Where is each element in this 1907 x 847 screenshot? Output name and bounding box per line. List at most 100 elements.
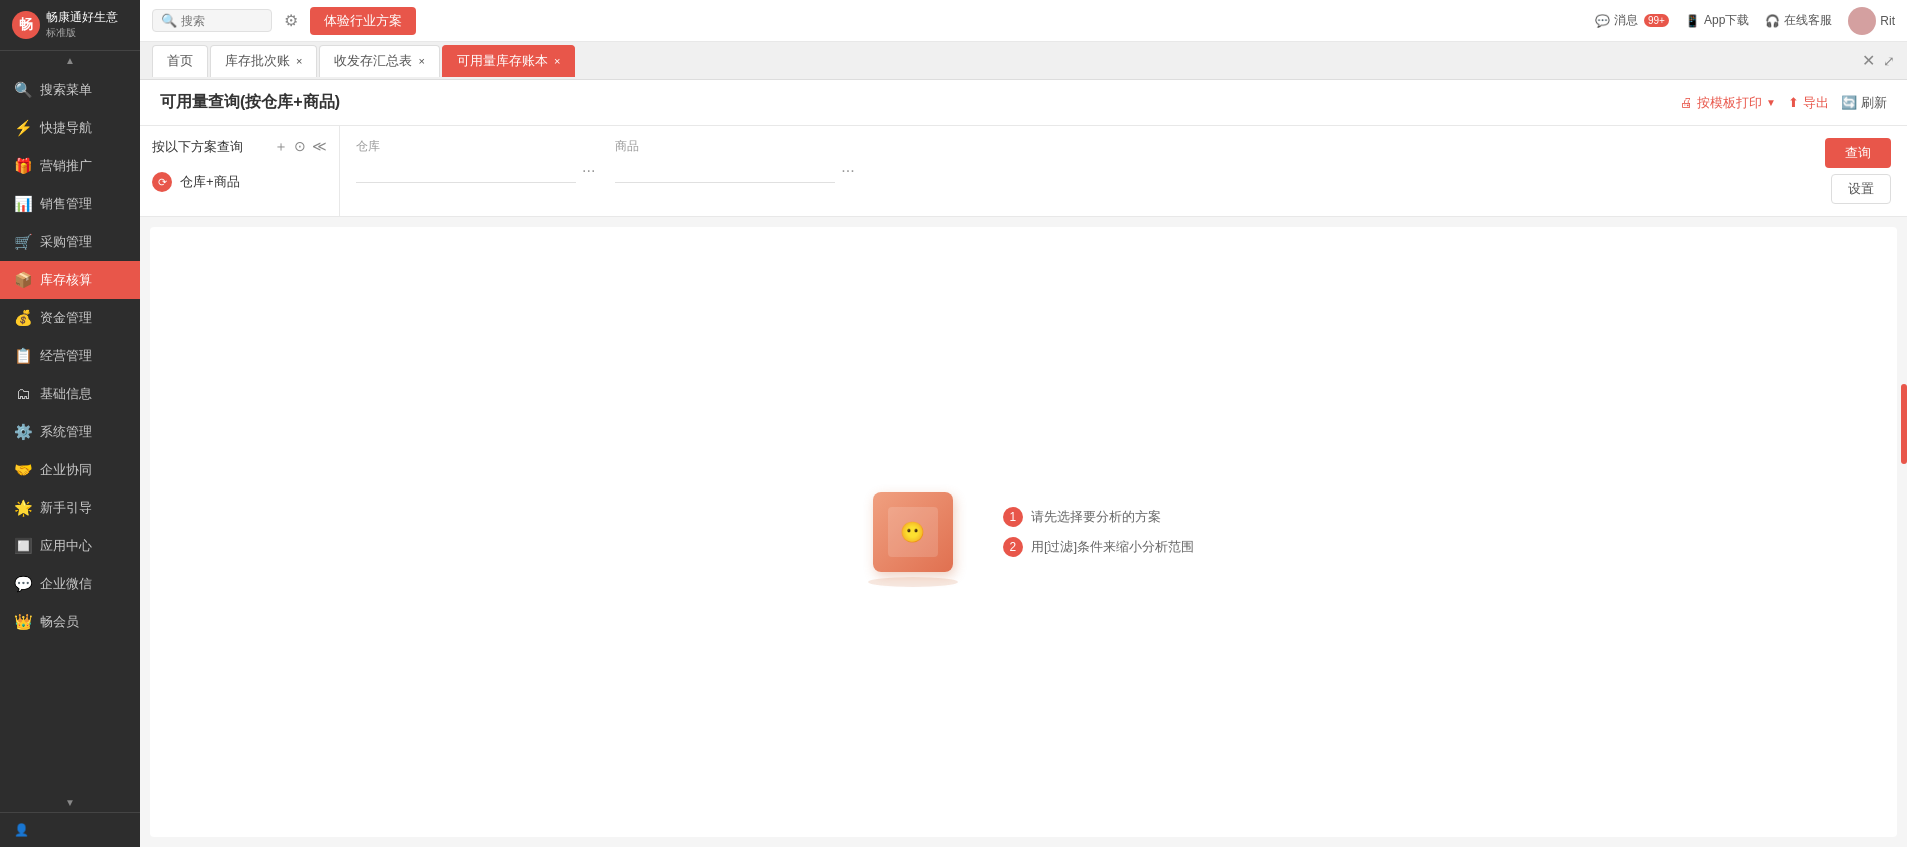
print-chevron: ▼ — [1766, 97, 1776, 108]
sidebar-item-label: 快捷导航 — [40, 119, 92, 137]
app-download-button[interactable]: 📱 App下载 — [1685, 12, 1749, 29]
sidebar-item-system[interactable]: ⚙️ 系统管理 — [0, 413, 140, 451]
sidebar-item-enterprise[interactable]: 🤝 企业协同 — [0, 451, 140, 489]
filter-action-buttons: 查询 设置 — [1825, 138, 1891, 204]
collapse-icon[interactable]: ≪ — [312, 138, 327, 156]
tab-batch[interactable]: 库存批次账 × — [210, 45, 317, 77]
refresh-icon: 🔄 — [1841, 95, 1857, 110]
warehouse-label: 仓库 — [356, 138, 595, 155]
sidebar-item-label: 搜索菜单 — [40, 81, 92, 99]
sidebar-item-member[interactable]: 👑 畅会员 — [0, 603, 140, 641]
sidebar-item-label: 企业微信 — [40, 575, 92, 593]
export-label: 导出 — [1803, 94, 1829, 112]
sidebar-nav: 🔍 搜索菜单 ⚡ 快捷导航 🎁 营销推广 📊 销售管理 🛒 采购管理 📦 库存核… — [0, 71, 140, 792]
service-icon: 🎧 — [1765, 14, 1780, 28]
member-icon: 👑 — [14, 613, 32, 631]
tab-home[interactable]: 首页 — [152, 45, 208, 77]
topbar-search-box[interactable]: 🔍 — [152, 9, 272, 32]
sidebar-item-finance[interactable]: 💰 资金管理 — [0, 299, 140, 337]
print-button[interactable]: 🖨 按模板打印 ▼ — [1680, 94, 1776, 112]
sidebar-item-label: 采购管理 — [40, 233, 92, 251]
empty-box-face: 😶 — [888, 507, 938, 557]
tab-available-label: 可用量库存账本 — [457, 52, 548, 70]
hint-number-2: 2 — [1003, 537, 1023, 557]
query-button[interactable]: 查询 — [1825, 138, 1891, 168]
sidebar-item-inventory[interactable]: 📦 库存核算 — [0, 261, 140, 299]
warehouse-input-row: ··· — [356, 159, 595, 183]
sidebar-item-apps[interactable]: 🔲 应用中心 — [0, 527, 140, 565]
sidebar-scroll-up[interactable]: ▲ — [0, 51, 140, 71]
warehouse-input[interactable] — [356, 159, 576, 183]
sidebar-item-basic[interactable]: 🗂 基础信息 — [0, 375, 140, 413]
tab-batch-close[interactable]: × — [296, 56, 302, 67]
username-label: Rit — [1880, 14, 1895, 28]
sidebar-item-newbie[interactable]: 🌟 新手引导 — [0, 489, 140, 527]
topbar-actions: 💬 消息 99+ 📱 App下载 🎧 在线客服 Rit — [1595, 7, 1895, 35]
brand-icon: 畅 — [12, 11, 40, 39]
goods-input[interactable] — [615, 159, 835, 183]
sidebar: 畅 畅康通好生意 标准版 ▲ 🔍 搜索菜单 ⚡ 快捷导航 🎁 营销推广 📊 销售… — [0, 0, 140, 847]
filter-scheme-item[interactable]: ⟳ 仓库+商品 — [140, 164, 339, 200]
sidebar-item-sales[interactable]: 📊 销售管理 — [0, 185, 140, 223]
tabbar-expand-icon[interactable]: ⤢ — [1883, 53, 1895, 69]
tabbar-right-actions: ✕ ⤢ — [1862, 51, 1895, 70]
filter-sidebar-header: 按以下方案查询 ＋ ⊙ ≪ — [140, 138, 339, 164]
search-input[interactable] — [181, 14, 261, 28]
goods-more-icon[interactable]: ··· — [841, 162, 854, 180]
goods-label: 商品 — [615, 138, 854, 155]
purchase-icon: 🛒 — [14, 233, 32, 251]
sidebar-item-wechat[interactable]: 💬 企业微信 — [0, 565, 140, 603]
settings-scheme-icon[interactable]: ⊙ — [294, 138, 306, 156]
refresh-label: 刷新 — [1861, 94, 1887, 112]
sidebar-item-marketing[interactable]: 🎁 营销推广 — [0, 147, 140, 185]
user-profile-button[interactable]: Rit — [1848, 7, 1895, 35]
refresh-button[interactable]: 🔄 刷新 — [1841, 94, 1887, 112]
tabbar-close-icon[interactable]: ✕ — [1862, 51, 1875, 70]
sidebar-item-label: 应用中心 — [40, 537, 92, 555]
sidebar-item-label: 新手引导 — [40, 499, 92, 517]
sidebar-item-label: 经营管理 — [40, 347, 92, 365]
filter-scheme-label: 仓库+商品 — [180, 173, 240, 191]
add-scheme-icon[interactable]: ＋ — [274, 138, 288, 156]
tab-summary-close[interactable]: × — [418, 56, 424, 67]
export-icon: ⬆ — [1788, 95, 1799, 110]
warehouse-more-icon[interactable]: ··· — [582, 162, 595, 180]
tab-available[interactable]: 可用量库存账本 × — [442, 45, 575, 77]
sidebar-scroll-down[interactable]: ▼ — [0, 792, 140, 812]
search-icon: 🔍 — [14, 81, 32, 99]
main-area: 🔍 ⚙ 体验行业方案 💬 消息 99+ 📱 App下载 🎧 在线客服 Rit — [140, 0, 1907, 847]
app-download-label: App下载 — [1704, 12, 1749, 29]
setting-button[interactable]: 设置 — [1831, 174, 1891, 204]
filter-fields: 仓库 ··· 商品 ··· 查询 设置 — [340, 126, 1907, 216]
message-button[interactable]: 💬 消息 99+ — [1595, 12, 1669, 29]
page-header-actions: 🖨 按模板打印 ▼ ⬆ 导出 🔄 刷新 — [1680, 94, 1887, 112]
sidebar-item-operation[interactable]: 📋 经营管理 — [0, 337, 140, 375]
empty-state: 😶 1 请先选择要分析的方案 2 用[过滤]条件来缩小分析范围 — [150, 227, 1897, 837]
page-title: 可用量查询(按仓库+商品) — [160, 92, 340, 113]
empty-hint-1: 1 请先选择要分析的方案 — [1003, 507, 1194, 527]
brand-name: 畅康通好生意 — [46, 10, 118, 26]
sidebar-item-purchase[interactable]: 🛒 采购管理 — [0, 223, 140, 261]
inventory-icon: 📦 — [14, 271, 32, 289]
online-service-button[interactable]: 🎧 在线客服 — [1765, 12, 1832, 29]
empty-hints: 1 请先选择要分析的方案 2 用[过滤]条件来缩小分析范围 — [1003, 507, 1194, 557]
print-icon: 🖨 — [1680, 95, 1693, 110]
sidebar-item-shortcut[interactable]: ⚡ 快捷导航 — [0, 109, 140, 147]
tab-summary[interactable]: 收发存汇总表 × — [319, 45, 439, 77]
avatar — [1848, 7, 1876, 35]
trial-button[interactable]: 体验行业方案 — [310, 7, 416, 35]
export-button[interactable]: ⬆ 导出 — [1788, 94, 1829, 112]
right-scrollbar[interactable] — [1901, 384, 1907, 464]
topbar: 🔍 ⚙ 体验行业方案 💬 消息 99+ 📱 App下载 🎧 在线客服 Rit — [140, 0, 1907, 42]
sidebar-item-label: 资金管理 — [40, 309, 92, 327]
sales-icon: 📊 — [14, 195, 32, 213]
wechat-icon: 💬 — [14, 575, 32, 593]
settings-icon[interactable]: ⚙ — [280, 7, 302, 34]
tab-available-close[interactable]: × — [554, 56, 560, 67]
sidebar-item-search[interactable]: 🔍 搜索菜单 — [0, 71, 140, 109]
brand-area: 畅 畅康通好生意 标准版 — [0, 0, 140, 51]
goods-filter-field: 商品 ··· — [615, 138, 854, 183]
sidebar-item-label: 企业协同 — [40, 461, 92, 479]
tab-batch-label: 库存批次账 — [225, 52, 290, 70]
system-icon: ⚙️ — [14, 423, 32, 441]
